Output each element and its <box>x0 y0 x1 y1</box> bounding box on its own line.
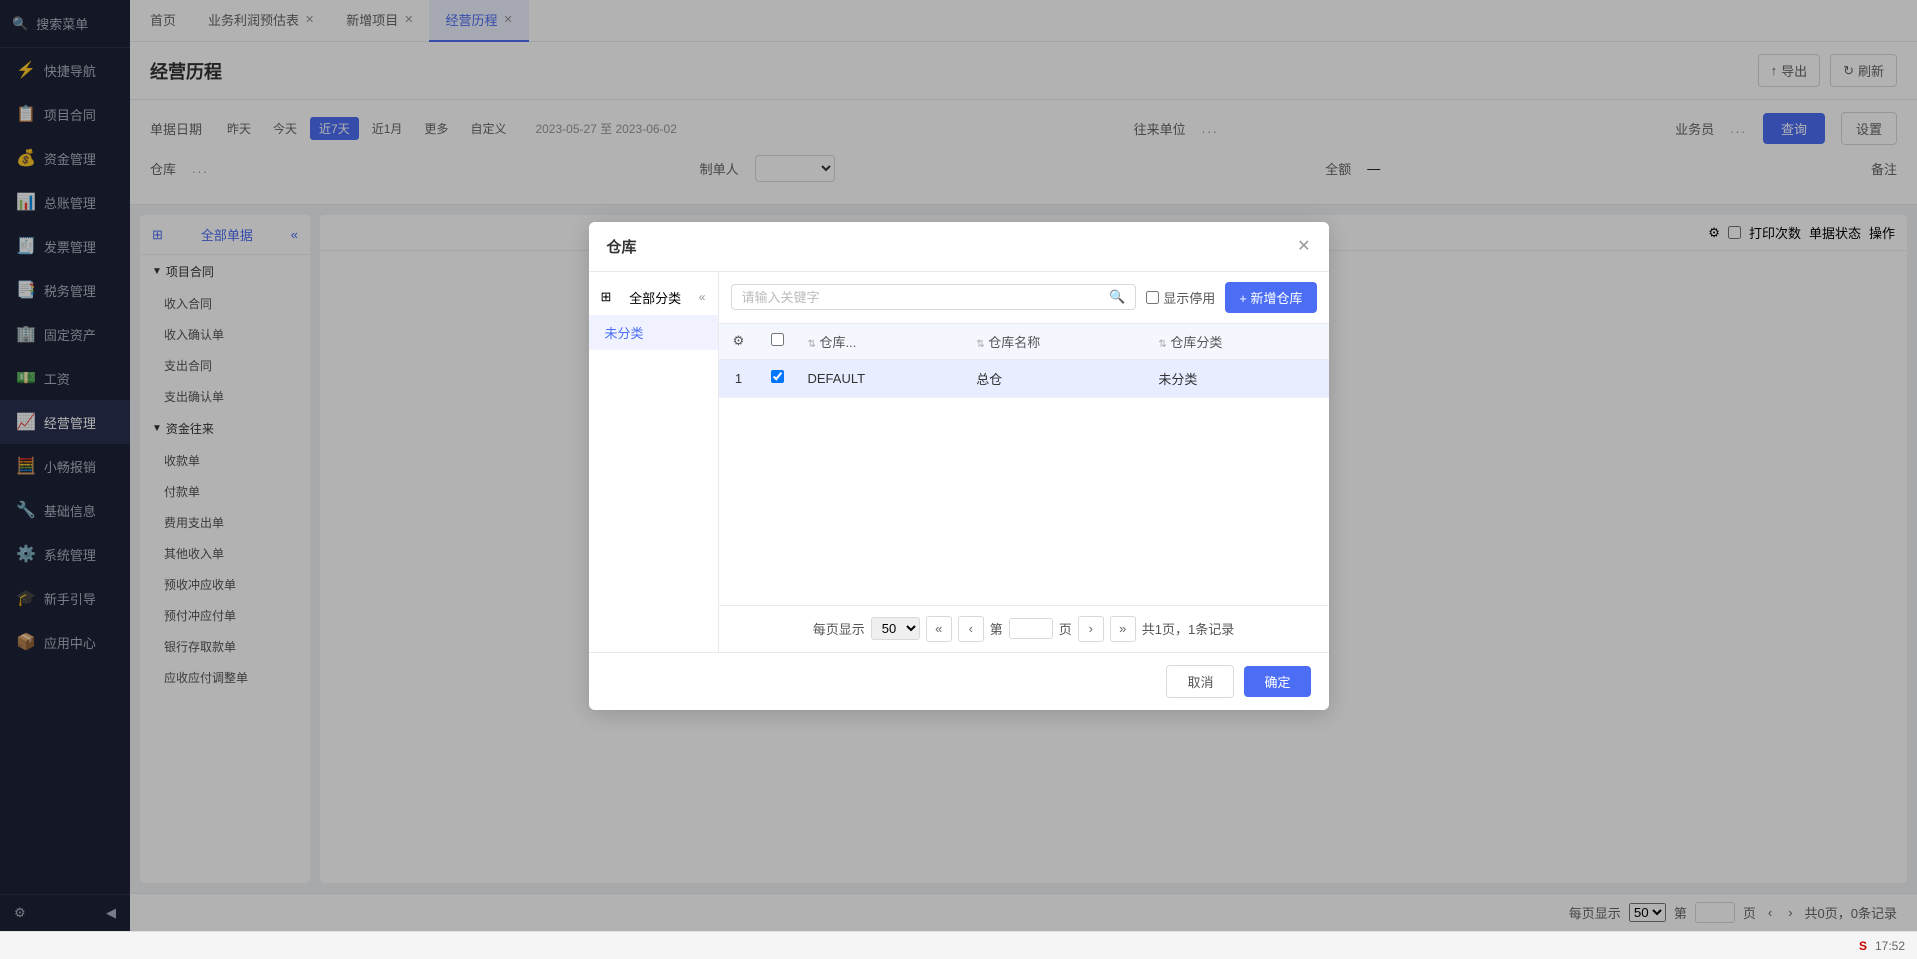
status-bar: S 17:52 <box>0 931 1917 959</box>
cancel-button[interactable]: 取消 <box>1166 665 1234 698</box>
confirm-button[interactable]: 确定 <box>1244 666 1310 697</box>
col-header-check <box>759 324 796 360</box>
modal-title: 仓库 <box>607 236 637 257</box>
table-panel: 🔍 显示停用 + 新增仓库 ⚙ <box>719 272 1329 652</box>
header-checkbox[interactable] <box>771 333 784 346</box>
row-settings-icon: 1 <box>735 371 742 386</box>
all-categories-header[interactable]: ⊞ 全部分类 « <box>589 280 718 315</box>
modal-page-size-label: 每页显示 <box>813 619 865 638</box>
all-categories-label: 全部分类 <box>629 288 681 307</box>
row-name: 总仓 <box>964 359 1146 397</box>
category-collapse-icon[interactable]: « <box>699 290 706 304</box>
show-disabled-checkbox[interactable] <box>1146 291 1159 304</box>
clock: 17:52 <box>1875 939 1905 953</box>
warehouse-modal: 仓库 ✕ ⊞ 全部分类 « 未分类 <box>589 222 1329 710</box>
category-panel: ⊞ 全部分类 « 未分类 <box>589 272 719 652</box>
row-category: 未分类 <box>1146 359 1328 397</box>
modal-pagination: 每页显示 50 « ‹ 第 1 页 › » 共1页，1条记录 <box>719 605 1329 652</box>
table-header-row: ⚙ ⇅ 仓库... ⇅ <box>719 324 1329 360</box>
modal-footer: 取消 确定 <box>589 652 1329 710</box>
first-page-button[interactable]: « <box>926 616 952 642</box>
search-input-wrap: 🔍 <box>731 284 1137 310</box>
modal-header: 仓库 ✕ <box>589 222 1329 272</box>
search-input[interactable] <box>742 290 1104 305</box>
show-disabled-label[interactable]: 显示停用 <box>1146 288 1215 307</box>
modal-page-size-select[interactable]: 50 <box>871 617 920 640</box>
all-categories-icon: ⊞ <box>601 289 612 305</box>
modal-overlay: 仓库 ✕ ⊞ 全部分类 « 未分类 <box>0 0 1917 931</box>
modal-total: 共1页，1条记录 <box>1142 619 1234 638</box>
col-header-name[interactable]: ⇅ 仓库名称 <box>964 324 1146 360</box>
search-icon: 🔍 <box>1109 289 1125 305</box>
table-body: 1 DEFAULT 总仓 <box>719 359 1329 397</box>
category-uncategorized[interactable]: 未分类 <box>589 315 718 350</box>
table-head: ⚙ ⇅ 仓库... ⇅ <box>719 324 1329 360</box>
modal-close-button[interactable]: ✕ <box>1297 236 1310 256</box>
table-row[interactable]: 1 DEFAULT 总仓 <box>719 359 1329 397</box>
modal-table-scroll: ⚙ ⇅ 仓库... ⇅ <box>719 324 1329 605</box>
add-warehouse-button[interactable]: + 新增仓库 <box>1225 282 1316 313</box>
last-page-button[interactable]: » <box>1110 616 1136 642</box>
row-check[interactable] <box>759 359 796 397</box>
statusbar-icons: S <box>1859 939 1867 953</box>
warehouse-table: ⚙ ⇅ 仓库... ⇅ <box>719 324 1329 398</box>
col-header-code[interactable]: ⇅ 仓库... <box>796 324 965 360</box>
prev-page-button[interactable]: ‹ <box>958 616 984 642</box>
row-settings[interactable]: 1 <box>719 359 759 397</box>
col-header-settings[interactable]: ⚙ <box>719 324 759 360</box>
modal-body: ⊞ 全部分类 « 未分类 🔍 显示停用 <box>589 272 1329 652</box>
col-header-category[interactable]: ⇅ 仓库分类 <box>1146 324 1328 360</box>
modal-search-bar: 🔍 显示停用 + 新增仓库 <box>719 272 1329 324</box>
modal-page-suffix: 页 <box>1059 619 1072 638</box>
row-code: DEFAULT <box>796 359 965 397</box>
row-checkbox[interactable] <box>771 370 784 383</box>
modal-page-input[interactable]: 1 <box>1009 618 1053 639</box>
next-page-button[interactable]: › <box>1078 616 1104 642</box>
modal-page-label: 第 <box>990 619 1003 638</box>
